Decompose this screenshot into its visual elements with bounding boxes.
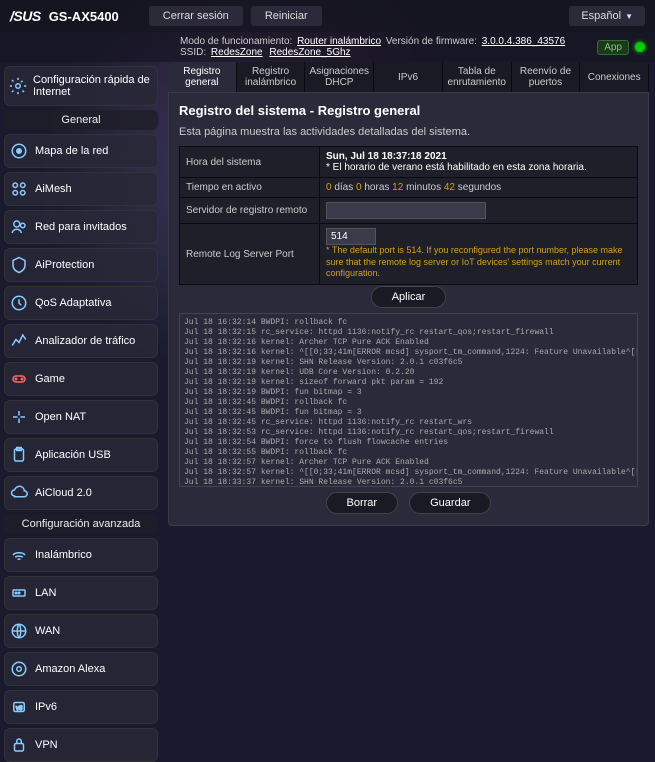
sidebar-icon [9,545,29,565]
app-badge[interactable]: App [597,40,629,55]
sidebar-item-label: Analizador de tráfico [35,335,135,347]
sidebar-icon [9,483,29,503]
tab[interactable]: Tabla de enrutamiento [443,62,512,92]
sidebar-item[interactable]: QoS Adaptativa [4,286,158,320]
sidebar-item-label: AiMesh [35,183,72,195]
apply-button[interactable]: Aplicar [371,286,447,308]
sub-header: Modo de funcionamiento: Router inalámbri… [0,32,655,62]
uptime-value: 0 días 0 horas 12 minutos 42 segundos [320,178,638,198]
tab-bar: Registro generalRegistro inalámbricoAsig… [168,62,649,92]
logout-button[interactable]: Cerrar sesión [149,6,243,26]
sidebar-item[interactable]: Open NAT [4,400,158,434]
sidebar-item-label: Red para invitados [35,221,127,233]
sidebar: Configuración rápida de Internet General… [0,62,162,526]
sidebar-item-label: Open NAT [35,411,86,423]
systime-value: Sun, Jul 18 18:37:18 2021 [326,151,447,162]
sidebar-item[interactable]: AiProtection [4,248,158,282]
model-name: GS-AX5400 [49,9,119,24]
sidebar-icon [9,583,29,603]
sidebar-item-label: VPN [35,739,58,751]
firmware-link[interactable]: 3.0.0.4.386_43576 [482,36,565,47]
remote-port-input[interactable] [326,228,376,245]
sidebar-item[interactable]: Amazon Alexa [4,652,158,686]
uptime-label: Tiempo en activo [180,178,320,198]
sidebar-item[interactable]: Analizador de tráfico [4,324,158,358]
sidebar-item[interactable]: AiMesh [4,172,158,206]
status-led-icon [635,42,645,52]
sidebar-icon [9,659,29,679]
tab[interactable]: Conexiones [580,62,649,92]
sidebar-item-label: AiProtection [35,259,94,271]
systime-label: Hora del sistema [180,147,320,178]
port-note: * The default port is 514. If you reconf… [326,245,631,280]
chevron-down-icon: ▼ [625,12,633,21]
sidebar-item-label: Mapa de la red [35,145,108,157]
sidebar-icon [9,255,29,275]
quick-setup-button[interactable]: Configuración rápida de Internet [4,66,158,106]
sidebar-icon [9,407,29,427]
top-bar: /SUS GS-AX5400 Cerrar sesión Reiniciar E… [0,0,655,32]
language-selector[interactable]: Español▼ [569,6,645,26]
sidebar-item-label: Aplicación USB [35,449,111,461]
main-content: Registro generalRegistro inalámbricoAsig… [162,62,655,526]
sidebar-item[interactable]: Game [4,362,158,396]
gear-icon [9,76,27,96]
sidebar-item[interactable]: Inalámbrico [4,538,158,572]
tab[interactable]: Asignaciones DHCP [305,62,374,92]
tab[interactable]: Reenvío de puertos [512,62,581,92]
sidebar-icon [9,369,29,389]
sidebar-item[interactable]: Red para invitados [4,210,158,244]
op-mode-link[interactable]: Router inalámbrico [297,36,381,47]
sidebar-item[interactable]: Aplicación USB [4,438,158,472]
sidebar-item-label: LAN [35,587,56,599]
sidebar-item-label: WAN [35,625,60,637]
sidebar-icon [9,445,29,465]
tab[interactable]: IPv6 [374,62,443,92]
page-description: Esta página muestra las actividades deta… [179,126,638,138]
remote-port-label: Remote Log Server Port [180,224,320,285]
clear-button[interactable]: Borrar [326,492,399,514]
brand-logo: /SUS [10,8,41,24]
sidebar-icon [9,621,29,641]
sidebar-icon [9,735,29,755]
settings-table: Hora del sistema Sun, Jul 18 18:37:18 20… [179,146,638,285]
reboot-button[interactable]: Reiniciar [251,6,322,26]
sidebar-icon [9,217,29,237]
sidebar-item-label: Inalámbrico [35,549,92,561]
sidebar-item-label: AiCloud 2.0 [35,487,92,499]
sidebar-item-label: Game [35,373,65,385]
tab[interactable]: Registro general [168,62,237,92]
panel: Registro del sistema - Registro general … [168,92,649,526]
sidebar-item[interactable]: AiCloud 2.0 [4,476,158,510]
sidebar-item-label: Configuración rápida de Internet [33,74,153,98]
sidebar-group-advanced: Configuración avanzada [4,514,158,534]
sidebar-item[interactable]: Mapa de la red [4,134,158,168]
sidebar-group-general: General [4,110,158,130]
sidebar-item-label: IPv6 [35,701,57,713]
sidebar-icon [9,141,29,161]
log-textarea[interactable]: Jul 18 16:32:14 BWDPI: rollback fc Jul 1… [179,313,638,487]
tab[interactable]: Registro inalámbrico [237,62,306,92]
sidebar-icon [9,179,29,199]
sidebar-item[interactable]: v6 IPv6 [4,690,158,724]
sidebar-item-label: Amazon Alexa [35,663,105,675]
sidebar-item-label: QoS Adaptativa [35,297,111,309]
ssid1-link[interactable]: RedesZone [211,47,263,58]
sidebar-icon [9,331,29,351]
systime-note: * El horario de verano está habilitado e… [326,162,587,173]
save-button[interactable]: Guardar [409,492,491,514]
sidebar-icon: v6 [9,697,29,717]
sidebar-item[interactable]: VPN [4,728,158,762]
remote-server-label: Servidor de registro remoto [180,198,320,224]
page-title: Registro del sistema - Registro general [179,103,638,118]
remote-server-input[interactable] [326,202,486,219]
sidebar-item[interactable]: WAN [4,614,158,648]
sidebar-item[interactable]: LAN [4,576,158,610]
ssid2-link[interactable]: RedesZone_5Ghz [269,47,350,58]
sidebar-icon [9,293,29,313]
svg-text:v6: v6 [16,706,23,712]
